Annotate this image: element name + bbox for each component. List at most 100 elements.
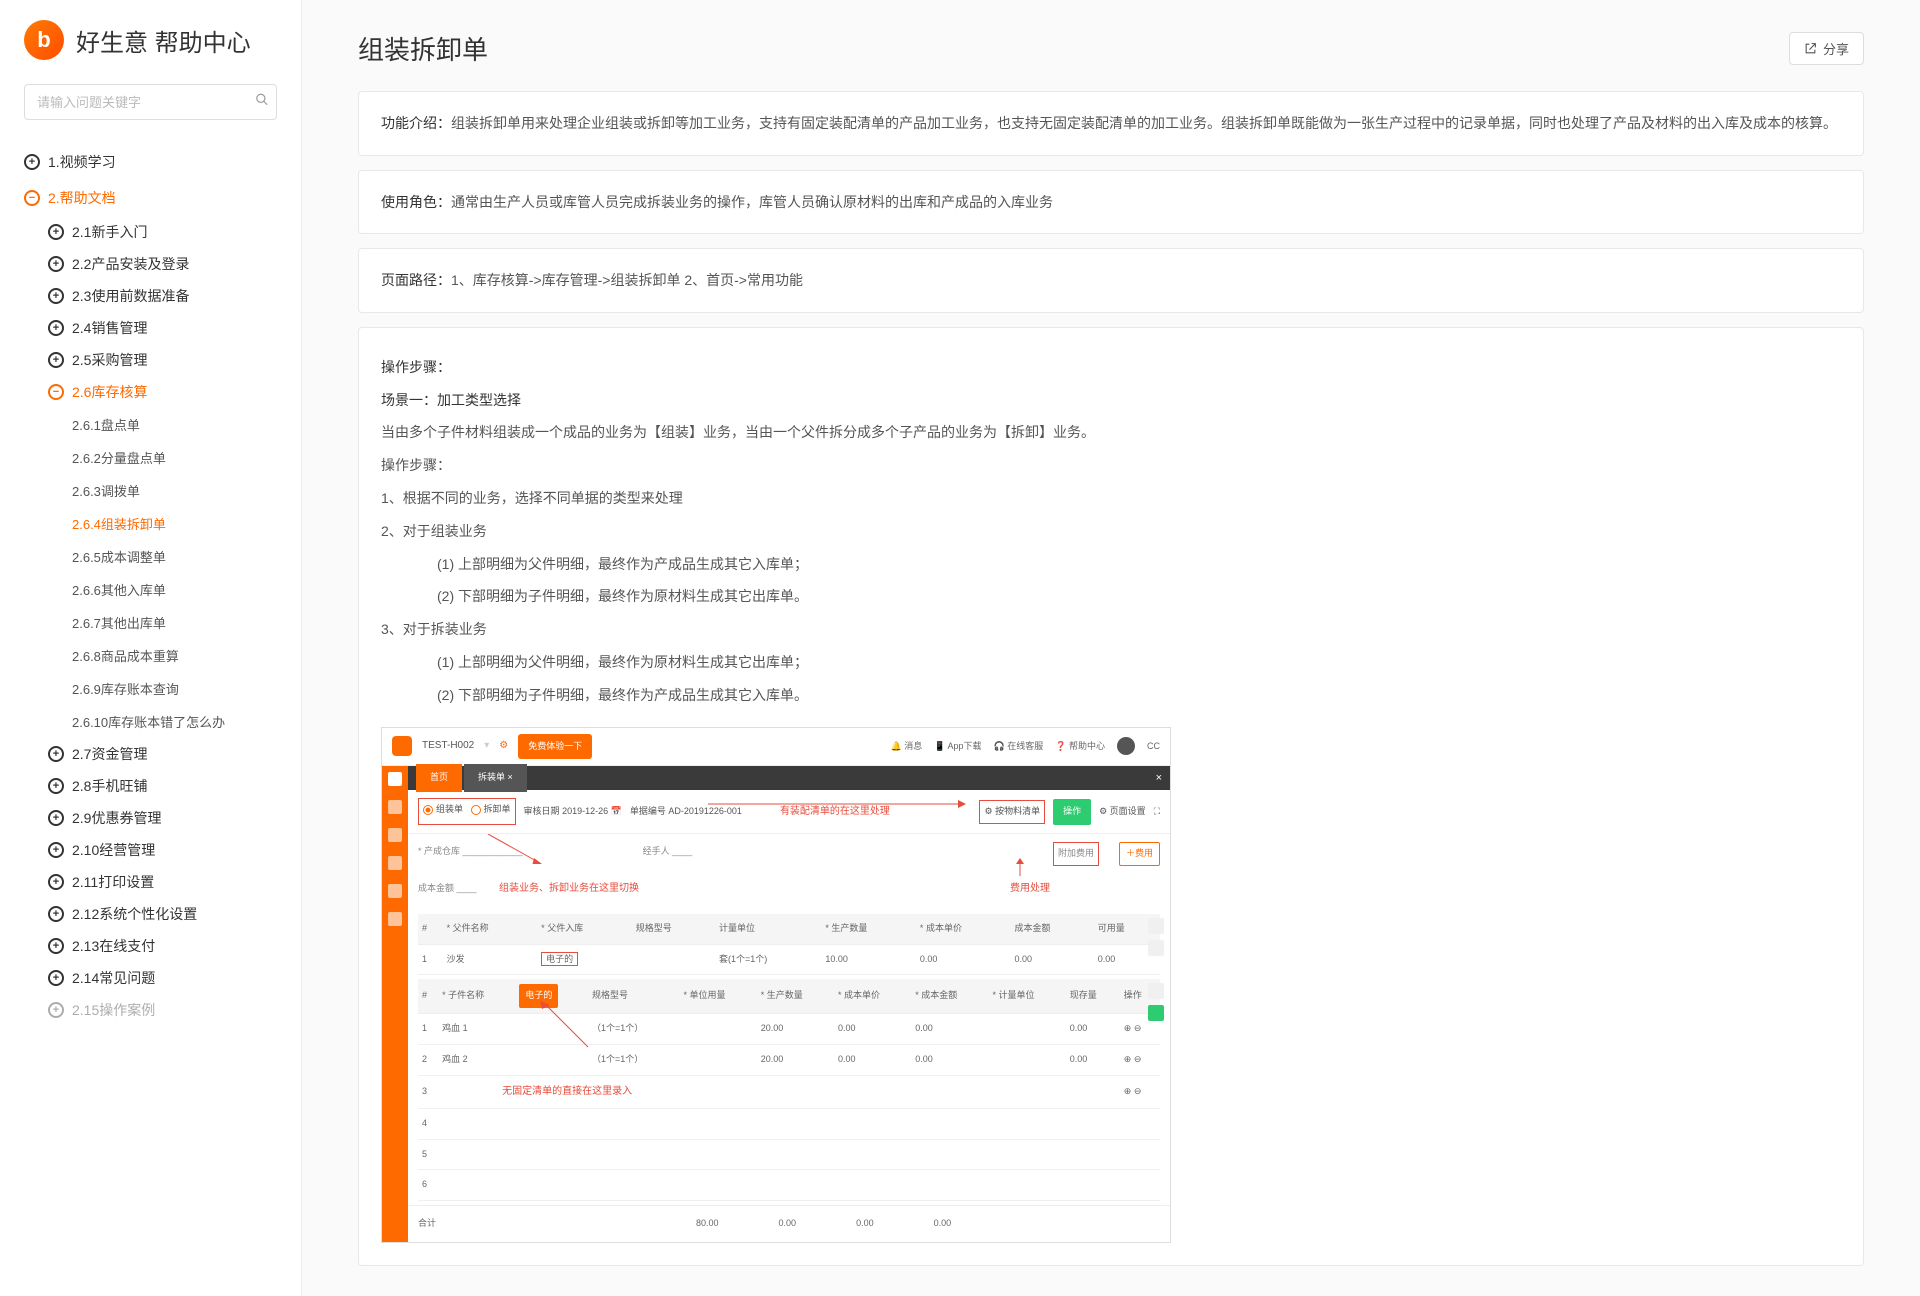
ss-date-label: 审核日期 (524, 806, 560, 816)
ss-setting: 页面设置 (1110, 806, 1146, 816)
ss-tool-icon (1148, 918, 1164, 934)
ss-td: 套(1个=1个) (715, 944, 821, 975)
nav-label: 1.视频学习 (48, 152, 116, 172)
ss-td: 0.00 (911, 1045, 988, 1076)
ss-sum: 0.00 (856, 1214, 874, 1234)
ss-left-nav (382, 766, 408, 1242)
share-button[interactable]: 分享 (1789, 32, 1864, 65)
ss-testid: TEST-H002 (422, 735, 474, 757)
nav-sub-9[interactable]: 2.9优惠券管理 (48, 802, 277, 834)
nav-label: 2.14常见问题 (72, 968, 155, 988)
content-text: 操作步骤： (381, 450, 1841, 481)
minus-icon (24, 190, 40, 206)
ss-radio-group: 组装单 拆卸单 (418, 798, 516, 825)
plus-icon (48, 256, 64, 272)
nav-sub-11[interactable]: 2.11打印设置 (48, 866, 277, 898)
content-text: 3、对于拆装业务 (381, 614, 1841, 645)
nav-label: 2.9优惠券管理 (72, 808, 161, 828)
nav-leaf-2610[interactable]: 2.6.10库存账本错了怎么办 (72, 705, 277, 738)
nav-leaf-269[interactable]: 2.6.9库存账本查询 (72, 672, 277, 705)
ss-th: 成本单价 (926, 923, 962, 933)
ss-help: 帮助中心 (1069, 741, 1105, 751)
nav-sub-1[interactable]: 2.1新手入门 (48, 216, 277, 248)
ss-td: 电子的 (541, 952, 578, 966)
nav-leaf-265[interactable]: 2.6.5成本调整单 (72, 540, 277, 573)
nav-sub-3[interactable]: 2.3使用前数据准备 (48, 280, 277, 312)
nav-leaf-266[interactable]: 2.6.6其他入库单 (72, 573, 277, 606)
ss-doc-label: 单据编号 (630, 806, 666, 816)
content-text: (1) 上部明细为父件明细，最终作为原材料生成其它出库单； (381, 647, 1841, 678)
nav-leaf-262[interactable]: 2.6.2分量盘点单 (72, 441, 277, 474)
ss-app: App下载 (948, 741, 982, 751)
ss-date: 2019-12-26 (562, 806, 608, 816)
plus-icon (24, 154, 40, 170)
scene-title: 场景一：加工类型选择 (381, 385, 1841, 416)
nav-sub-2[interactable]: 2.2产品安装及登录 (48, 248, 277, 280)
search-icon[interactable] (255, 93, 269, 112)
ss-th: 生产数量 (831, 923, 867, 933)
nav-label: 2.7资金管理 (72, 744, 147, 764)
ss-nav-icon (388, 800, 402, 814)
minus-icon (48, 384, 64, 400)
plus-icon (48, 746, 64, 762)
ss-th: 计量单位 (715, 914, 821, 944)
intro-label: 功能介绍： (381, 115, 451, 131)
content-text: 2、对于组装业务 (381, 516, 1841, 547)
nav-leaf-261[interactable]: 2.6.1盘点单 (72, 408, 277, 441)
nav-sub-8[interactable]: 2.8手机旺铺 (48, 770, 277, 802)
ss-annotation-1: 有装配清单的在这里处理 (780, 801, 890, 823)
plus-icon (48, 1002, 64, 1018)
ss-online: 在线客服 (1007, 741, 1043, 751)
nav-item-docs[interactable]: 2.帮助文档 (24, 180, 277, 216)
ss-free-btn: 免费体验一下 (518, 734, 592, 760)
steps-label: 操作步骤： (381, 352, 1841, 383)
ss-sum: 0.00 (779, 1214, 797, 1234)
nav-sub-6[interactable]: 2.6库存核算 (48, 376, 277, 408)
ss-td: 鸡血 2 (438, 1045, 515, 1076)
nav-sub-10[interactable]: 2.10经营管理 (48, 834, 277, 866)
ss-td: 10.00 (821, 944, 916, 975)
ss-expand-icon: ⛶ (1154, 802, 1160, 822)
share-label: 分享 (1823, 39, 1849, 58)
content-text: (2) 下部明细为子件明细，最终作为原材料生成其它出库单。 (381, 581, 1841, 612)
role-text: 通常由生产人员或库管人员完成拆装业务的操作，库管人员确认原材料的出库和产成品的入… (451, 194, 1053, 210)
nav-sub-4[interactable]: 2.4销售管理 (48, 312, 277, 344)
ss-close-icon: × (1156, 766, 1162, 790)
nav-sub-7[interactable]: 2.7资金管理 (48, 738, 277, 770)
nav-leaf-263[interactable]: 2.6.3调拨单 (72, 474, 277, 507)
plus-icon (48, 224, 64, 240)
plus-icon (48, 842, 64, 858)
ss-td: 0.00 (1066, 1045, 1120, 1076)
plus-icon (48, 938, 64, 954)
path-box: 页面路径：1、库存核算->库存管理->组装拆卸单 2、首页->常用功能 (358, 248, 1864, 313)
nav-sub-5[interactable]: 2.5采购管理 (48, 344, 277, 376)
ss-tool-icon (1148, 983, 1164, 999)
content-text: (2) 下部明细为子件明细，最终作为产成品生成其它入库单。 (381, 680, 1841, 711)
nav-item-video[interactable]: 1.视频学习 (24, 144, 277, 180)
intro-box: 功能介绍：组装拆卸单用来处理企业组装或拆卸等加工业务，支持有固定装配清单的产品加… (358, 91, 1864, 156)
ss-th: 父件名称 (453, 923, 489, 933)
logo-text: 好生意 帮助中心 (76, 23, 251, 58)
path-text: 1、库存核算->库存管理->组装拆卸单 2、首页->常用功能 (451, 272, 803, 288)
ss-td: 20.00 (757, 1014, 834, 1045)
nav-leaf-268[interactable]: 2.6.8商品成本重算 (72, 639, 277, 672)
nav-label: 2.5采购管理 (72, 350, 147, 370)
logo-icon: b (24, 20, 64, 60)
share-icon (1804, 42, 1817, 55)
nav-label: 2.11打印设置 (72, 872, 154, 892)
nav-leaf-267[interactable]: 2.6.7其他出库单 (72, 606, 277, 639)
nav-sub-13[interactable]: 2.13在线支付 (48, 930, 277, 962)
sidebar: b 好生意 帮助中心 1.视频学习 2.帮助文档 2.1新手入门 2.2产品安装… (0, 0, 302, 1296)
main-content: 组装拆卸单 分享 功能介绍：组装拆卸单用来处理企业组装或拆卸等加工业务，支持有固… (302, 0, 1920, 1296)
nav-sub-14[interactable]: 2.14常见问题 (48, 962, 277, 994)
ss-th: 现存量 (1066, 979, 1120, 1013)
ss-parent-table: # * 父件名称 * 父件入库 规格型号 计量单位 * 生产数量 * 成本单价 … (418, 914, 1160, 976)
nav-leaf-264[interactable]: 2.6.4组装拆卸单 (72, 507, 277, 540)
nav-sub-12[interactable]: 2.12系统个性化设置 (48, 898, 277, 930)
ss-th: 规格型号 (588, 979, 680, 1013)
search-input[interactable] (24, 84, 277, 120)
ss-td: 0.00 (834, 1045, 911, 1076)
ss-th: 规格型号 (632, 914, 715, 944)
ss-msg: 消息 (904, 741, 922, 751)
ss-td: 0.00 (1066, 1014, 1120, 1045)
